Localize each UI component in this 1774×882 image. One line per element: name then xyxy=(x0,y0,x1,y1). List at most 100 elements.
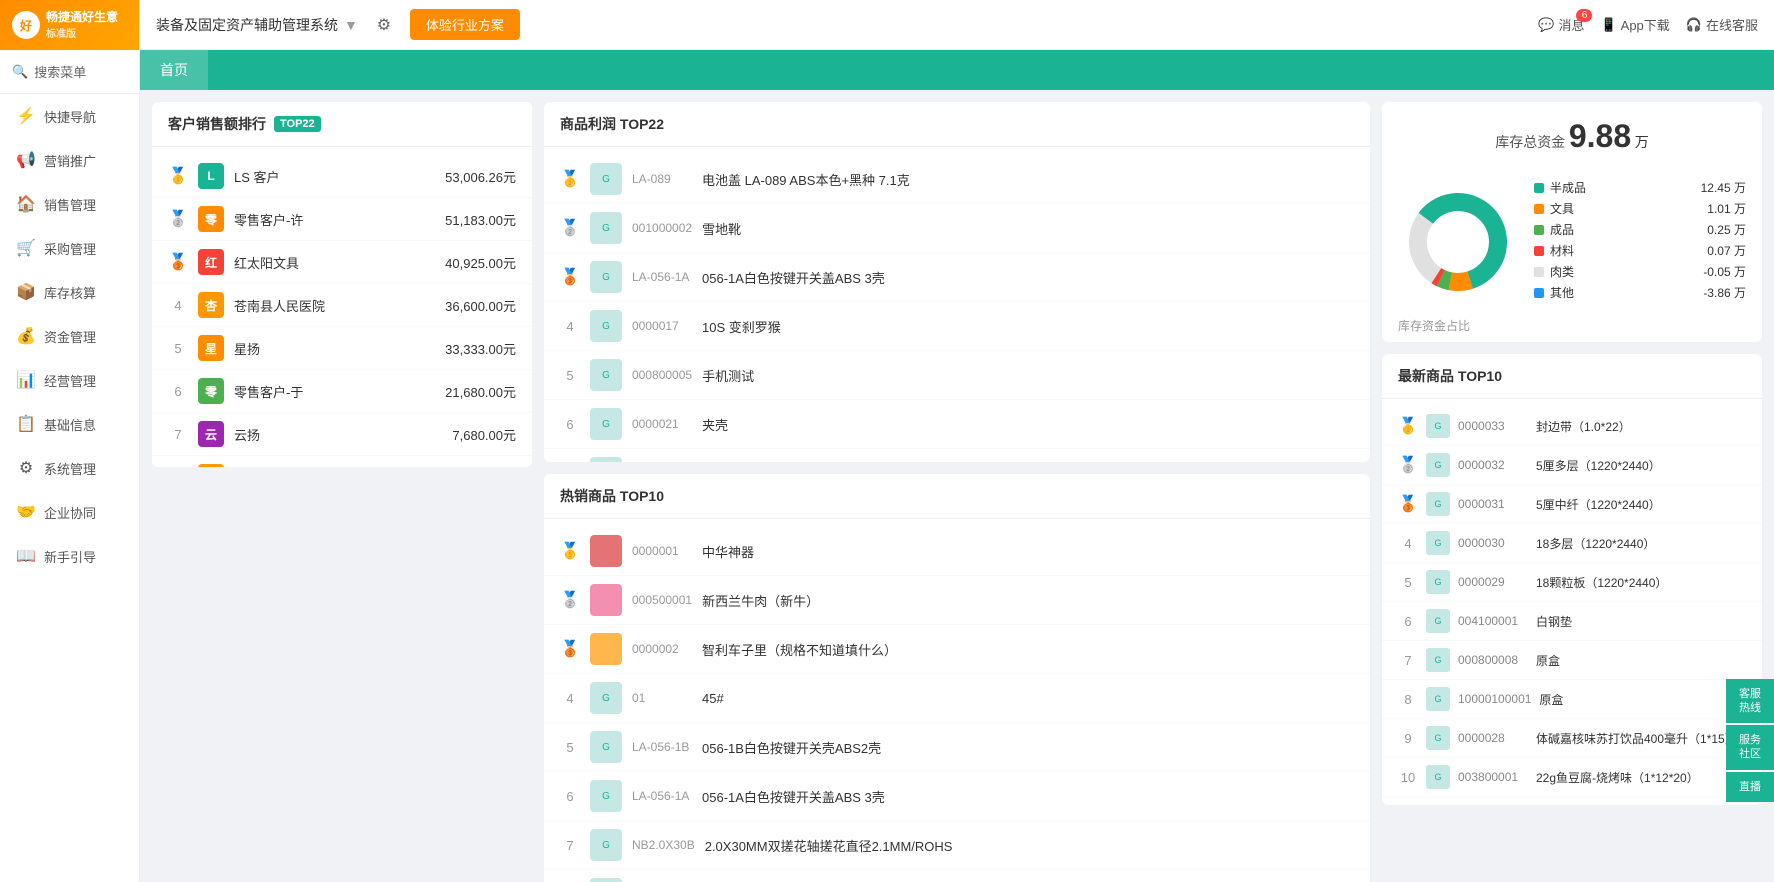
search-menu-button[interactable]: 🔍 搜索菜单 xyxy=(12,58,127,85)
cooperation-icon: 🤝 xyxy=(16,502,36,522)
app-download-button[interactable]: 📱 App下载 xyxy=(1600,15,1669,34)
rank-number: 6 xyxy=(560,789,580,804)
product-code: NB2.0X30B xyxy=(632,838,695,852)
customer-rank-row: 5 星 星扬 33,333.00元 xyxy=(152,327,532,370)
sales-icon: 🏠 xyxy=(16,194,36,214)
product-image: G xyxy=(590,780,622,812)
sidebar-item-system[interactable]: ⚙ 系统管理 xyxy=(0,446,139,490)
rank-number: 🥉 xyxy=(560,639,580,659)
operation-icon: 📊 xyxy=(16,370,36,390)
sidebar-item-quick-nav[interactable]: ⚡ 快捷导航 xyxy=(0,94,139,138)
gear-button[interactable]: ⚙ xyxy=(370,11,398,39)
sidebar-search-section[interactable]: 🔍 搜索菜单 xyxy=(0,50,139,94)
sidebar-item-stock[interactable]: 📦 库存核算 xyxy=(0,270,139,314)
legend-name: 肉类 xyxy=(1550,263,1697,280)
live-btn[interactable]: 直播 xyxy=(1726,772,1774,802)
rank-number: 5 xyxy=(1398,575,1418,590)
rank-number: 🥇 xyxy=(168,166,188,186)
tab-home[interactable]: 首页 xyxy=(140,50,208,90)
rank-number: 6 xyxy=(560,417,580,432)
topbar: 装备及固定资产辅助管理系统 ▼ ⚙ 体验行业方案 💬 消息 6 📱 App下载 … xyxy=(140,0,1774,50)
legend-item: 成品 0.25 万 xyxy=(1534,221,1746,238)
customer-avatar: 星 xyxy=(198,335,224,361)
product-image: G xyxy=(590,878,622,882)
product-code: 0000028 xyxy=(1458,731,1528,745)
legend-item: 其他 -3.86 万 xyxy=(1534,284,1746,301)
product-image: G xyxy=(1426,492,1450,516)
rank-number: 🥈 xyxy=(168,209,188,229)
app-logo: 好 畅捷通好生意 标准版 xyxy=(0,0,139,50)
dropdown-icon[interactable]: ▼ xyxy=(344,17,358,33)
center-column: 商品利润 TOP22 🥇 G LA-089 电池盖 LA-089 ABS本色+黑… xyxy=(544,102,1370,870)
logo-text: 畅捷通好生意 xyxy=(46,10,118,26)
product-name: 体碱嘉核味苏打饮品400毫升（1*15） xyxy=(1536,730,1746,747)
community-btn[interactable]: 服务社区 xyxy=(1726,725,1774,770)
rank-number: 🥈 xyxy=(560,218,580,238)
customer-service-btn[interactable]: 客服热线 xyxy=(1726,679,1774,724)
sidebar-item-cooperation[interactable]: 🤝 企业协同 xyxy=(0,490,139,534)
message-button[interactable]: 💬 消息 6 xyxy=(1538,15,1584,34)
product-name: 原盒 xyxy=(1536,652,1746,669)
profit-rank-row: 5 G 000800005 手机测试 xyxy=(544,351,1370,400)
product-code: LA-056-1A xyxy=(632,270,692,284)
hot-products-title: 热销商品 TOP10 xyxy=(560,486,664,506)
new-product-row: 🥇 G 0000033 封边带（1.0*22） xyxy=(1382,407,1762,446)
product-code: 001000002 xyxy=(632,221,692,235)
profit-ranking-header: 商品利润 TOP22 xyxy=(544,102,1370,147)
customer-top-badge: TOP22 xyxy=(274,116,321,132)
online-service-button[interactable]: 🎧 在线客服 xyxy=(1686,15,1758,34)
customer-ranking-title: 客户销售额排行 xyxy=(168,114,266,134)
rank-number: 7 xyxy=(560,838,580,853)
profit-rank-row: 6 G 0000021 夹壳 xyxy=(544,400,1370,449)
sidebar-item-purchase[interactable]: 🛒 采购管理 xyxy=(0,226,139,270)
finance-icon: 💰 xyxy=(16,326,36,346)
sidebar-item-operation[interactable]: 📊 经营管理 xyxy=(0,358,139,402)
product-name: 22g鱼豆腐-烧烤味（1*12*20） xyxy=(1536,769,1746,786)
sidebar-label: 营销推广 xyxy=(44,151,96,170)
headset-icon: 🎧 xyxy=(1686,17,1702,33)
customer-avatar: 杏 xyxy=(198,292,224,318)
product-code: 000500001 xyxy=(632,593,692,607)
rank-number: 🥉 xyxy=(560,267,580,287)
rank-number: 4 xyxy=(168,298,188,313)
product-name: 新西兰牛肉（新牛） xyxy=(702,591,1354,610)
product-image: G xyxy=(590,310,622,342)
donut-chart xyxy=(1398,182,1518,302)
sidebar: 好 畅捷通好生意 标准版 🔍 搜索菜单 ⚡ 快捷导航 📢 营销推广 🏠 销售管理… xyxy=(0,0,140,882)
new-product-row: 10 G 003800001 22g鱼豆腐-烧烤味（1*12*20） xyxy=(1382,758,1762,797)
customer-avatar: 云 xyxy=(198,421,224,447)
sidebar-item-guide[interactable]: 📖 新手引导 xyxy=(0,534,139,578)
sidebar-item-marketing[interactable]: 📢 营销推广 xyxy=(0,138,139,182)
product-code: 000800005 xyxy=(632,368,692,382)
product-name: 18多层（1220*2440） xyxy=(1536,535,1746,552)
sidebar-label: 快捷导航 xyxy=(44,107,96,126)
sidebar-label: 库存核算 xyxy=(44,283,96,302)
profit-rank-row: 🥉 G LA-056-1A 056-1A白色按键开关盖ABS 3壳 xyxy=(544,253,1370,302)
legend-value: 0.25 万 xyxy=(1707,221,1746,238)
float-buttons: 客服热线 服务社区 直播 xyxy=(1726,679,1774,802)
content-area: 客户销售额排行 TOP22 🥇 L LS 客户 53,006.26元 🥈 零 零… xyxy=(140,90,1774,882)
customer-ranking-header: 客户销售额排行 TOP22 xyxy=(152,102,532,147)
product-name: 18颗粒板（1220*2440） xyxy=(1536,574,1746,591)
product-code: LA-056-1B xyxy=(632,740,692,754)
sidebar-item-sales[interactable]: 🏠 销售管理 xyxy=(0,182,139,226)
rank-number: 5 xyxy=(168,341,188,356)
profit-ranking-body: 🥇 G LA-089 电池盖 LA-089 ABS本色+黑种 7.1克 🥈 G … xyxy=(544,147,1370,462)
product-image: G xyxy=(1426,531,1450,555)
product-image: G xyxy=(1426,687,1450,711)
sidebar-label: 系统管理 xyxy=(44,459,96,478)
customer-name: 云扬 xyxy=(234,425,442,444)
customer-rank-row: 8 尚 尚志 7,563.00元 xyxy=(152,456,532,467)
product-name: 智利车子里（规格不知道填什么） xyxy=(702,640,1354,659)
hot-product-row: 4 G 01 45# xyxy=(544,674,1370,723)
product-name: 056-1A白色按键开关盖ABS 3壳 xyxy=(702,268,1354,287)
stock-label: 库存资金占比 xyxy=(1382,313,1762,342)
profit-rank-row: 4 G 0000017 10S 变刹罗猴 xyxy=(544,302,1370,351)
sidebar-item-basic-info[interactable]: 📋 基础信息 xyxy=(0,402,139,446)
rank-number: 6 xyxy=(1398,614,1418,629)
trial-btn[interactable]: 体验行业方案 xyxy=(410,9,520,40)
rank-number: 10 xyxy=(1398,770,1418,785)
customer-amount: 21,680.00元 xyxy=(445,382,516,401)
product-name: 白钢垫 xyxy=(1536,613,1746,630)
sidebar-item-finance[interactable]: 💰 资金管理 xyxy=(0,314,139,358)
